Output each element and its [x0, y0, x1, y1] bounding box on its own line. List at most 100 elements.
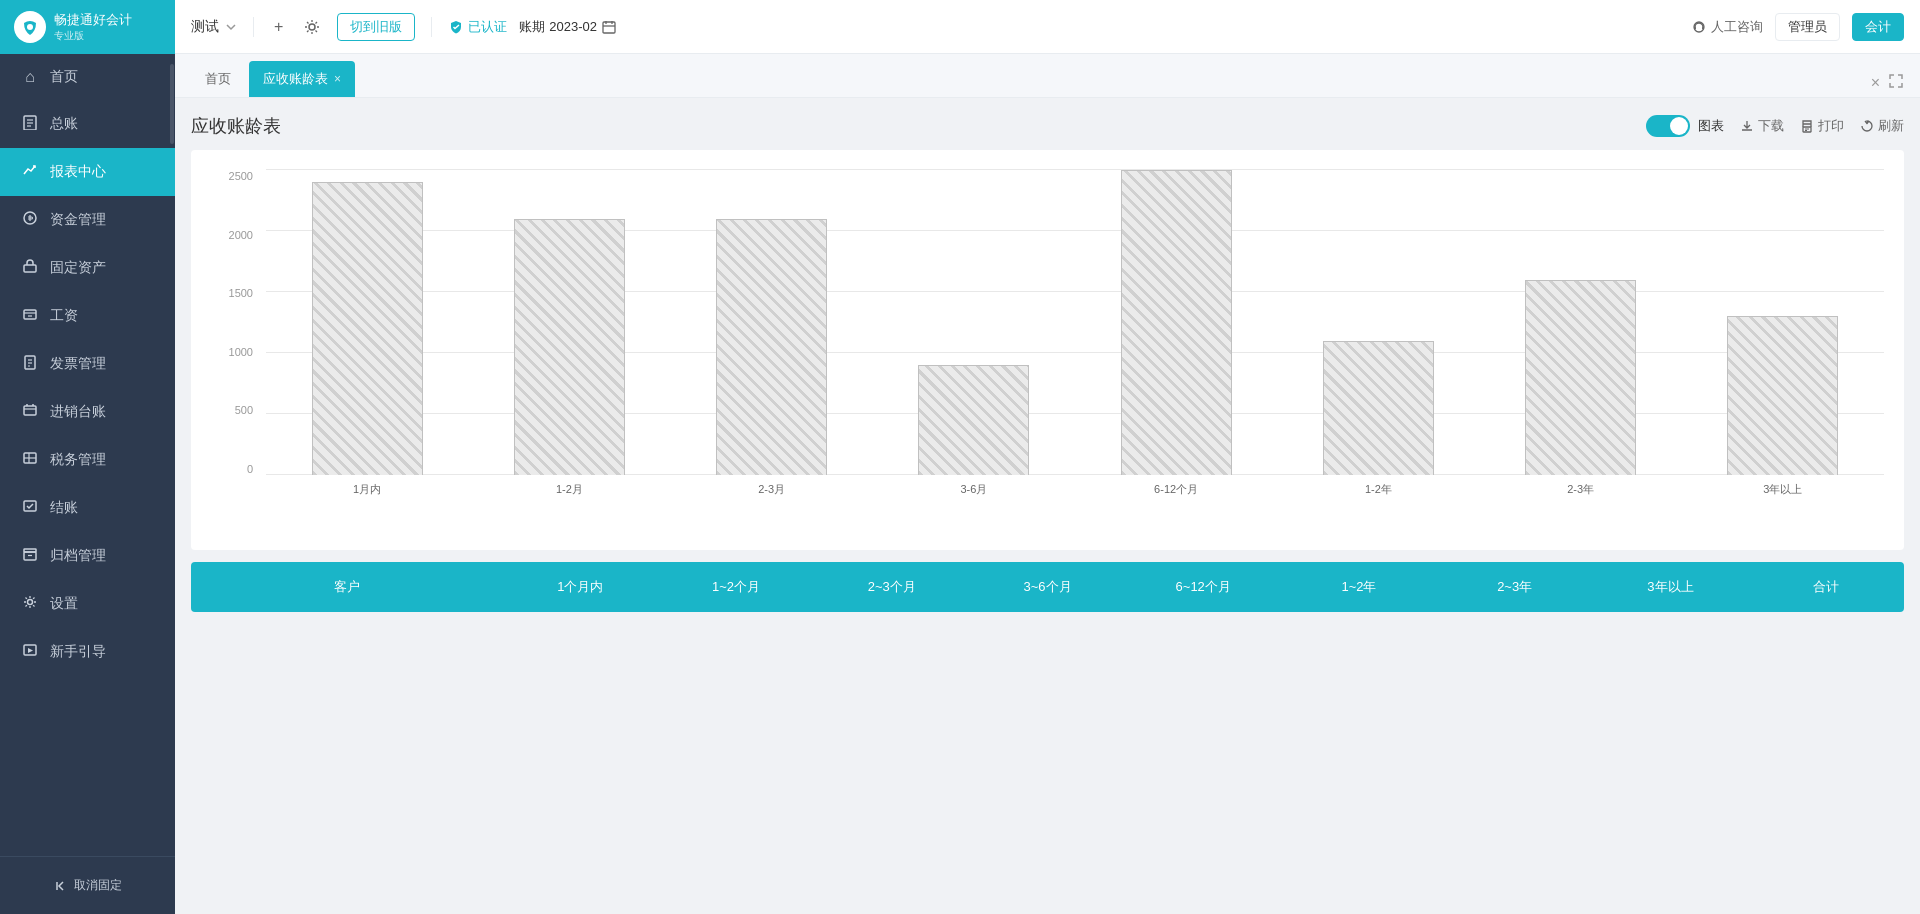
consulting-label: 人工咨询 — [1711, 18, 1763, 36]
sidebar-item-settings[interactable]: 设置 — [0, 580, 175, 628]
company-selector[interactable]: 测试 — [191, 18, 237, 36]
sidebar-item-sales[interactable]: 进销台账 — [0, 388, 175, 436]
svg-point-1 — [27, 24, 33, 30]
tab-home-label: 首页 — [205, 70, 231, 88]
tab-home[interactable]: 首页 — [191, 61, 245, 97]
period-label: 账期 — [519, 18, 545, 36]
shield-icon — [448, 19, 464, 35]
company-name: 测试 — [191, 18, 219, 36]
closing-icon — [20, 498, 40, 518]
bar-label-1m: 1月内 — [353, 482, 381, 497]
sidebar-label-sales: 进销台账 — [50, 403, 106, 421]
y-axis: 0 500 1000 1500 2000 2500 — [211, 170, 261, 475]
reports-icon — [20, 162, 40, 182]
sidebar-collapse-btn[interactable]: 取消固定 — [0, 867, 175, 904]
bar-label-2-3m: 2-3月 — [758, 482, 785, 497]
sidebar-label-funds: 资金管理 — [50, 211, 106, 229]
download-label: 下载 — [1758, 117, 1784, 135]
sidebar-label-settings: 设置 — [50, 595, 78, 613]
download-icon — [1740, 119, 1754, 133]
tab-receivable-aging[interactable]: 应收账龄表 × — [249, 61, 355, 97]
tab-close-icon[interactable]: × — [334, 72, 341, 86]
tab-current-label: 应收账龄表 — [263, 70, 328, 88]
sidebar-item-guide[interactable]: 新手引导 — [0, 628, 175, 676]
svg-point-26 — [28, 600, 33, 605]
gear-icon — [303, 18, 321, 36]
col-6-12m: 6~12个月 — [1125, 562, 1281, 612]
sidebar-item-ledger[interactable]: 总账 — [0, 100, 175, 148]
main-area: 测试 + 切到旧版 已认证 账期 2023-02 — [175, 0, 1920, 914]
sidebar-item-assets[interactable]: 固定资产 — [0, 244, 175, 292]
guide-icon — [20, 642, 40, 662]
logo-icon — [14, 11, 46, 43]
bar-1-2y — [1323, 341, 1434, 475]
sidebar-item-closing[interactable]: 结账 — [0, 484, 175, 532]
page-actions: 图表 下载 打印 — [1646, 115, 1904, 137]
sidebar-item-reports[interactable]: 报表中心 — [0, 148, 175, 196]
print-label: 打印 — [1818, 117, 1844, 135]
bar-group-3y-plus: 3年以上 — [1682, 170, 1884, 475]
print-btn[interactable]: 打印 — [1800, 117, 1844, 135]
svg-rect-37 — [1702, 26, 1704, 29]
col-2-3y: 2~3年 — [1437, 562, 1593, 612]
download-btn[interactable]: 下载 — [1740, 117, 1784, 135]
settings-btn[interactable] — [299, 14, 325, 40]
bar-2-3m — [716, 219, 827, 475]
refresh-btn[interactable]: 刷新 — [1860, 117, 1904, 135]
bar-chart-container: 0 500 1000 1500 2000 2500 — [211, 170, 1884, 510]
add-company-btn[interactable]: + — [270, 14, 287, 40]
topbar-divider-2 — [431, 17, 432, 37]
sidebar-label-invoices: 发票管理 — [50, 355, 106, 373]
col-1m: 1个月内 — [502, 562, 658, 612]
sidebar-item-archive[interactable]: 归档管理 — [0, 532, 175, 580]
col-total: 合计 — [1748, 562, 1904, 612]
sidebar-item-tax[interactable]: 税务管理 — [0, 436, 175, 484]
svg-rect-15 — [24, 406, 36, 415]
accountant-btn[interactable]: 会计 — [1852, 13, 1904, 41]
invoices-icon — [20, 354, 40, 374]
sidebar-item-invoices[interactable]: 发票管理 — [0, 340, 175, 388]
svg-rect-31 — [603, 22, 615, 33]
svg-rect-7 — [24, 265, 36, 272]
svg-rect-8 — [24, 310, 36, 319]
col-1-2m: 1~2个月 — [658, 562, 814, 612]
bar-label-1-2y: 1-2年 — [1365, 482, 1392, 497]
data-table: 客户 1个月内 1~2个月 2~3个月 3~6个月 6~12个月 1~2年 2~… — [191, 562, 1904, 612]
topbar-divider-1 — [253, 17, 254, 37]
sidebar-label-assets: 固定资产 — [50, 259, 106, 277]
manager-btn[interactable]: 管理员 — [1775, 13, 1840, 41]
bar-6-12m — [1121, 170, 1232, 475]
y-label-1000: 1000 — [211, 346, 261, 358]
topbar: 测试 + 切到旧版 已认证 账期 2023-02 — [175, 0, 1920, 54]
close-window-btn[interactable]: × — [1871, 74, 1880, 92]
refresh-label: 刷新 — [1878, 117, 1904, 135]
toggle-track[interactable] — [1646, 115, 1690, 137]
sidebar-item-funds[interactable]: 资金管理 — [0, 196, 175, 244]
switch-old-version-btn[interactable]: 切到旧版 — [337, 13, 415, 41]
collapse-label: 取消固定 — [74, 877, 122, 894]
sidebar-item-home[interactable]: ⌂ 首页 — [0, 54, 175, 100]
chart-area: 1月内 1-2月 2-3月 — [266, 170, 1884, 475]
bar-label-3y-plus: 3年以上 — [1763, 482, 1802, 497]
home-icon: ⌂ — [20, 68, 40, 86]
bar-group-1-2y: 1-2年 — [1277, 170, 1479, 475]
bar-1m — [312, 182, 423, 475]
app-edition: 专业版 — [54, 29, 132, 42]
print-icon — [1800, 119, 1814, 133]
app-name: 畅捷通好会计 — [54, 12, 132, 29]
col-3-6m: 3~6个月 — [970, 562, 1126, 612]
toggle-label: 图表 — [1698, 117, 1724, 135]
sidebar-menu: ⌂ 首页 总账 报表中心 — [0, 54, 175, 856]
calendar-icon — [601, 19, 617, 35]
sidebar-item-payroll[interactable]: 工资 — [0, 292, 175, 340]
svg-rect-36 — [1694, 26, 1696, 29]
ledger-icon — [20, 114, 40, 134]
sidebar-label-home: 首页 — [50, 68, 78, 86]
expand-window-btn[interactable] — [1888, 73, 1904, 93]
chart-toggle[interactable]: 图表 — [1646, 115, 1724, 137]
tabbar: 首页 应收账龄表 × × — [175, 54, 1920, 98]
consulting-btn[interactable]: 人工咨询 — [1691, 18, 1763, 36]
bar-group-3-6m: 3-6月 — [873, 170, 1075, 475]
topbar-right: 人工咨询 管理员 会计 — [1691, 13, 1904, 41]
tabbar-actions: × — [1871, 73, 1904, 97]
